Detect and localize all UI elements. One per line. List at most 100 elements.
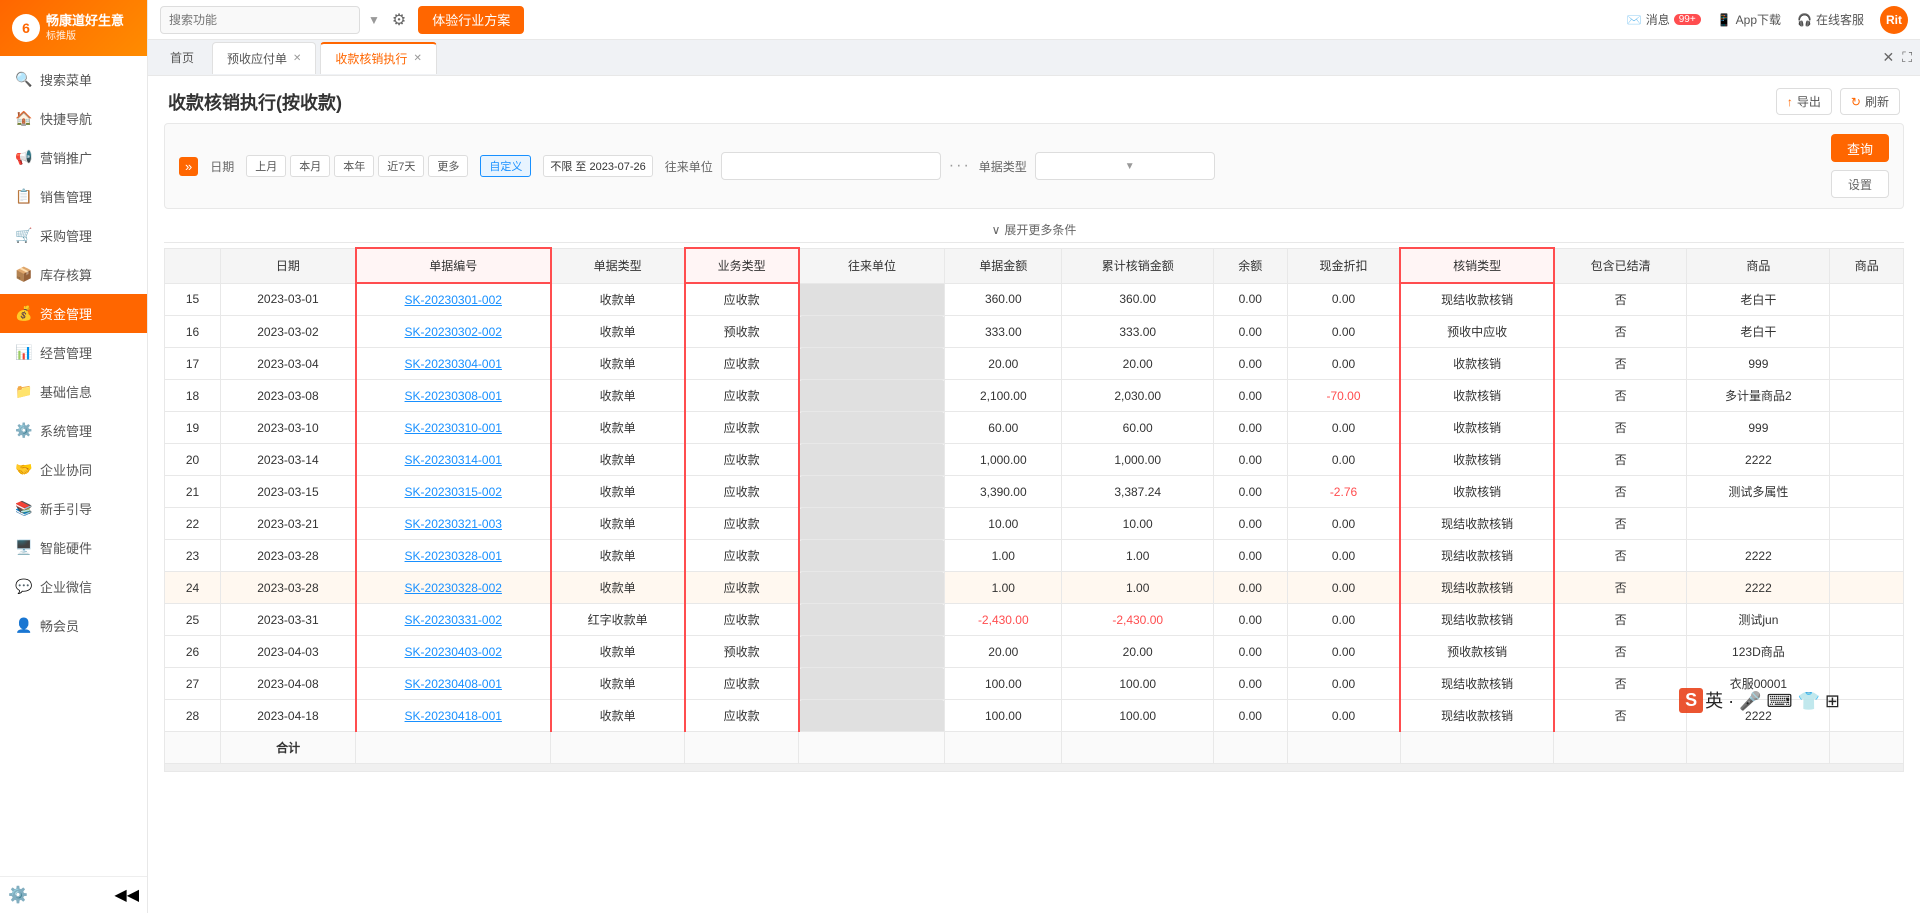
sidebar-item-system[interactable]: ⚙️系统管理 — [0, 411, 147, 450]
cell-2: SK-20230315-002 — [356, 476, 551, 508]
cell-6: -2,430.00 — [945, 604, 1062, 636]
tab-receipt-exec[interactable]: 收款核销执行✕ — [320, 42, 436, 74]
query-button[interactable]: 查询 — [1831, 134, 1889, 162]
main-area: ▼ ⚙ 体验行业方案 ✉️ 消息 99+ 📱 App下载 🎧 在线客服 Rit … — [148, 0, 1920, 913]
sidebar-item-guide[interactable]: 📚新手引导 — [0, 489, 147, 528]
partner-input[interactable] — [721, 152, 941, 180]
sidebar-item-label: 采购管理 — [40, 226, 92, 245]
cell-7: 2,030.00 — [1062, 380, 1214, 412]
tab-home[interactable]: 首页 — [156, 42, 208, 74]
settings-icon[interactable]: ⚙️ — [8, 885, 28, 905]
tab-pre-payment[interactable]: 预收应付单✕ — [212, 42, 316, 74]
sidebar-item-purchase[interactable]: 🛒采购管理 — [0, 216, 147, 255]
tab-close-pre-payment[interactable]: ✕ — [293, 53, 301, 64]
voucher-link[interactable]: SK-20230331-002 — [405, 613, 502, 627]
cell-4: 应收款 — [685, 348, 799, 380]
sidebar-item-operations[interactable]: 📊经营管理 — [0, 333, 147, 372]
voucher-link[interactable]: SK-20230308-001 — [405, 389, 502, 403]
search-input[interactable] — [160, 6, 360, 34]
table-row[interactable]: 182023-03-08SK-20230308-001收款单应收款███████… — [165, 380, 1904, 412]
solution-button[interactable]: 体验行业方案 — [418, 6, 524, 34]
sidebar-item-label: 畅会员 — [40, 616, 79, 635]
date-btn-更多[interactable]: 更多 — [428, 155, 468, 177]
table-row[interactable]: 222023-03-21SK-20230321-003收款单应收款███████… — [165, 508, 1904, 540]
app-download-item[interactable]: 📱 App下载 — [1717, 11, 1781, 28]
cell-2: SK-20230331-002 — [356, 604, 551, 636]
voucher-link[interactable]: SK-20230302-002 — [405, 325, 502, 339]
table-row[interactable]: 232023-03-28SK-20230328-001收款单应收款███████… — [165, 540, 1904, 572]
date-btn-上月[interactable]: 上月 — [246, 155, 286, 177]
sidebar-item-finance[interactable]: 💰资金管理 — [0, 294, 147, 333]
refresh-button[interactable]: ↻ 刷新 — [1840, 88, 1900, 115]
date-btn-近7天[interactable]: 近7天 — [378, 155, 424, 177]
tabs-right-controls: ✕ ⛶ — [1882, 49, 1912, 66]
table-row[interactable]: 172023-03-04SK-20230304-001收款单应收款███████… — [165, 348, 1904, 380]
cell-8: 0.00 — [1214, 668, 1287, 700]
cell-12: 老白干 — [1687, 283, 1830, 316]
voucher-link[interactable]: SK-20230315-002 — [405, 485, 502, 499]
col-header-10: 核销类型 — [1400, 248, 1553, 283]
voucher-link[interactable]: SK-20230314-001 — [405, 453, 502, 467]
table-row[interactable]: 282023-04-18SK-20230418-001收款单应收款███████… — [165, 700, 1904, 732]
cell-6: 100.00 — [945, 700, 1062, 732]
expand-tab-icon[interactable]: ⛶ — [1902, 49, 1912, 66]
date-btn-本年[interactable]: 本年 — [334, 155, 374, 177]
cell-11: 否 — [1554, 380, 1687, 412]
sidebar-item-search[interactable]: 🔍搜索菜单 — [0, 60, 147, 99]
sidebar-item-sales[interactable]: 📋销售管理 — [0, 177, 147, 216]
voucher-link[interactable]: SK-20230310-001 — [405, 421, 502, 435]
cell-13 — [1830, 348, 1904, 380]
sidebar-item-quick-nav[interactable]: 🏠快捷导航 — [0, 99, 147, 138]
voucher-link[interactable]: SK-20230328-001 — [405, 549, 502, 563]
table-row[interactable]: 242023-03-28SK-20230328-002收款单应收款███████… — [165, 572, 1904, 604]
col-header-4: 业务类型 — [685, 248, 799, 283]
expand-conditions-btn[interactable]: ∨ 展开更多条件 — [992, 221, 1077, 238]
voucher-link[interactable]: SK-20230403-002 — [405, 645, 502, 659]
sidebar-item-inventory[interactable]: 📦库存核算 — [0, 255, 147, 294]
voucher-link[interactable]: SK-20230408-001 — [405, 677, 502, 691]
cell-12: 2222 — [1687, 572, 1830, 604]
table-row[interactable]: 272023-04-08SK-20230408-001收款单应收款███████… — [165, 668, 1904, 700]
cell-12: 999 — [1687, 348, 1830, 380]
messages-item[interactable]: ✉️ 消息 99+ — [1627, 11, 1701, 28]
voucher-link[interactable]: SK-20230321-003 — [405, 517, 502, 531]
gear-icon[interactable]: ⚙ — [392, 10, 406, 30]
collapse-icon[interactable]: ◀◀ — [114, 885, 139, 905]
avatar[interactable]: Rit — [1880, 6, 1908, 34]
voucher-type-select[interactable]: ▼ — [1035, 152, 1215, 180]
filter-expand-icon[interactable]: » — [179, 157, 198, 176]
cell-13 — [1830, 572, 1904, 604]
voucher-link[interactable]: SK-20230418-001 — [405, 709, 502, 723]
table-row[interactable]: 162023-03-02SK-20230302-002收款单预收款███████… — [165, 316, 1904, 348]
custom-date-btn[interactable]: 自定义 — [480, 155, 531, 177]
sidebar-item-wechat[interactable]: 💬企业微信 — [0, 567, 147, 606]
cell-5: ████████ — [799, 380, 945, 412]
voucher-link[interactable]: SK-20230328-002 — [405, 581, 502, 595]
expand-chevron-icon: ∨ — [992, 223, 1001, 237]
sidebar-item-member[interactable]: 👤畅会员 — [0, 606, 147, 645]
sidebar-item-label: 企业微信 — [40, 577, 92, 596]
close-tab-icon[interactable]: ✕ — [1882, 49, 1894, 66]
table-row[interactable]: 212023-03-15SK-20230315-002收款单应收款███████… — [165, 476, 1904, 508]
voucher-link[interactable]: SK-20230301-002 — [405, 293, 502, 307]
sidebar-item-cooperation[interactable]: 🤝企业协同 — [0, 450, 147, 489]
date-btn-本月[interactable]: 本月 — [290, 155, 330, 177]
sidebar-item-basic-info[interactable]: 📁基础信息 — [0, 372, 147, 411]
table-row[interactable]: 192023-03-10SK-20230310-001收款单应收款███████… — [165, 412, 1904, 444]
table-row[interactable]: 152023-03-01SK-20230301-002收款单应收款███████… — [165, 283, 1904, 316]
cell-2: SK-20230328-001 — [356, 540, 551, 572]
table-row[interactable]: 262023-04-03SK-20230403-002收款单预收款███████… — [165, 636, 1904, 668]
voucher-link[interactable]: SK-20230304-001 — [405, 357, 502, 371]
table-row[interactable]: 202023-03-14SK-20230314-001收款单应收款███████… — [165, 444, 1904, 476]
sidebar-item-hardware[interactable]: 🖥️智能硬件 — [0, 528, 147, 567]
tab-close-receipt-exec[interactable]: ✕ — [413, 53, 421, 64]
online-service-item[interactable]: 🎧 在线客服 — [1797, 11, 1864, 28]
settings-button[interactable]: 设置 — [1831, 170, 1889, 198]
sidebar-item-marketing[interactable]: 📢营销推广 — [0, 138, 147, 177]
cell-8: 0.00 — [1214, 540, 1287, 572]
export-button[interactable]: ↑ 导出 — [1776, 88, 1832, 115]
cell-10: 预收款核销 — [1400, 636, 1553, 668]
cell-3: 收款单 — [551, 283, 685, 316]
table-row[interactable]: 252023-03-31SK-20230331-002红字收款单应收款█████… — [165, 604, 1904, 636]
col-header-8: 余额 — [1214, 248, 1287, 283]
